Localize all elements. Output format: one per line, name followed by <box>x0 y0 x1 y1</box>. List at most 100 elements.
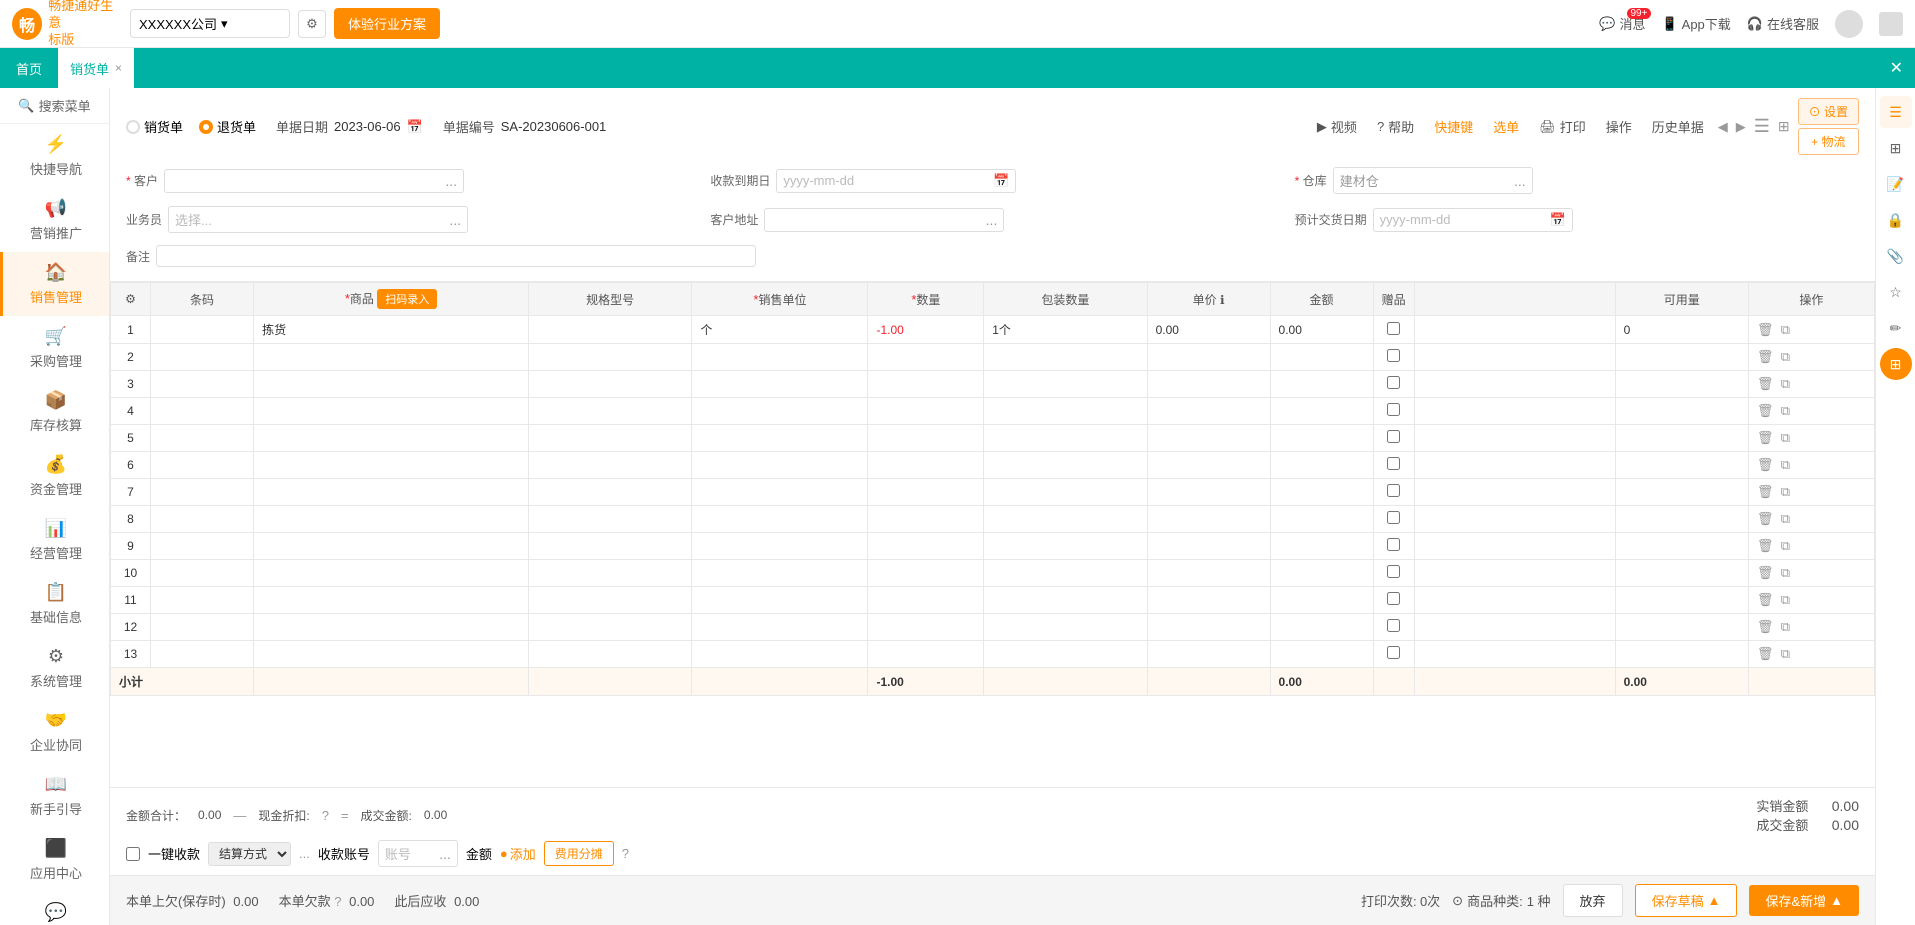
radio-return-order[interactable]: 退货单 <box>199 117 256 136</box>
calendar-icon[interactable]: 📅 <box>407 119 423 135</box>
cell-quantity[interactable] <box>868 587 984 614</box>
delete-icon[interactable]: 🗑 <box>1757 484 1774 499</box>
right-panel-lock[interactable]: 🔒 <box>1880 204 1912 236</box>
cell-product[interactable] <box>254 425 529 452</box>
message-button[interactable]: 💬 消息 99+ <box>1599 14 1645 33</box>
cell-barcode[interactable] <box>151 316 254 344</box>
sidebar-item-marketing[interactable]: 📢 营销推广 <box>0 188 109 252</box>
delete-icon[interactable]: 🗑 <box>1757 592 1774 607</box>
expense-btn[interactable]: 费用分摊 <box>544 841 614 866</box>
cell-price[interactable] <box>1147 452 1270 479</box>
cell-amount[interactable] <box>1270 641 1373 668</box>
cell-barcode[interactable] <box>151 452 254 479</box>
cell-price[interactable] <box>1147 587 1270 614</box>
cell-pack-qty[interactable] <box>984 425 1147 452</box>
copy-icon[interactable]: ⧉ <box>1781 457 1790 472</box>
cell-amount[interactable] <box>1270 479 1373 506</box>
account-input[interactable]: 账号 ... <box>378 840 458 867</box>
cell-pack-qty[interactable]: 1个 <box>984 316 1147 344</box>
cell-quantity[interactable] <box>868 452 984 479</box>
cell-price[interactable] <box>1147 371 1270 398</box>
delete-icon[interactable]: 🗑 <box>1757 619 1774 634</box>
cell-gift[interactable] <box>1373 398 1414 425</box>
help-icon-owed[interactable]: ? <box>334 894 341 909</box>
cell-amount[interactable] <box>1270 614 1373 641</box>
delete-icon[interactable]: 🗑 <box>1757 403 1774 418</box>
add-button[interactable]: ● 添加 <box>500 844 536 863</box>
cell-pack-qty[interactable] <box>984 587 1147 614</box>
cell-product[interactable] <box>254 398 529 425</box>
cell-quantity[interactable] <box>868 560 984 587</box>
delete-icon[interactable]: 🗑 <box>1757 322 1774 337</box>
cell-gift[interactable] <box>1373 560 1414 587</box>
cell-pack-qty[interactable] <box>984 560 1147 587</box>
customer-input[interactable]: ... <box>164 169 464 193</box>
copy-icon[interactable]: ⧉ <box>1781 511 1790 526</box>
trial-button[interactable]: 体验行业方案 <box>334 8 440 39</box>
tab-close-icon[interactable]: × <box>115 61 122 75</box>
sidebar-item-enterprise[interactable]: 🤝 企业协同 <box>0 700 109 764</box>
cell-quantity[interactable] <box>868 506 984 533</box>
sidebar-item-system[interactable]: ⚙ 系统管理 <box>0 636 109 700</box>
cell-amount[interactable] <box>1270 371 1373 398</box>
help-btn[interactable]: ? 帮助 <box>1371 115 1420 138</box>
cell-unit[interactable] <box>692 371 868 398</box>
print-btn[interactable]: 🖨 打印 <box>1533 115 1592 138</box>
radio-sales-order[interactable]: 销货单 <box>126 117 183 136</box>
list-view-icon[interactable]: ☰ <box>1754 116 1770 137</box>
cell-unit[interactable] <box>692 587 868 614</box>
expense-help-icon[interactable]: ? <box>622 846 629 861</box>
shortcut-btn[interactable]: 快捷键 <box>1428 115 1479 138</box>
tab-home[interactable]: 首页 <box>0 48 58 88</box>
operation-btn[interactable]: 操作 <box>1600 115 1638 138</box>
cell-product[interactable] <box>254 344 529 371</box>
search-menu-button[interactable]: 🔍 搜索菜单 <box>0 88 109 124</box>
save-new-button[interactable]: 保存&新增 ▲ <box>1749 885 1859 916</box>
order-no-value[interactable]: SA-20230606-001 <box>501 119 607 134</box>
cell-amount[interactable] <box>1270 425 1373 452</box>
cell-pack-qty[interactable] <box>984 344 1147 371</box>
copy-icon[interactable]: ⧉ <box>1781 484 1790 499</box>
cell-price[interactable] <box>1147 533 1270 560</box>
online-service-button[interactable]: 🎧 在线客服 <box>1747 14 1819 33</box>
copy-icon[interactable]: ⧉ <box>1781 349 1790 364</box>
cell-gift[interactable] <box>1373 587 1414 614</box>
cell-quantity[interactable] <box>868 425 984 452</box>
cell-quantity[interactable] <box>868 371 984 398</box>
cell-barcode[interactable] <box>151 479 254 506</box>
cell-spec[interactable] <box>529 344 692 371</box>
remark-input[interactable] <box>156 245 756 267</box>
cell-pack-qty[interactable] <box>984 641 1147 668</box>
cell-spec[interactable] <box>529 316 692 344</box>
cell-price[interactable] <box>1147 479 1270 506</box>
cell-barcode[interactable] <box>151 344 254 371</box>
cell-product[interactable] <box>254 641 529 668</box>
delete-icon[interactable]: 🗑 <box>1757 511 1774 526</box>
cell-product[interactable] <box>254 560 529 587</box>
cell-barcode[interactable] <box>151 425 254 452</box>
cell-quantity[interactable]: -1.00 <box>868 316 984 344</box>
cell-pack-qty[interactable] <box>984 533 1147 560</box>
cell-gift[interactable] <box>1373 316 1414 344</box>
cell-spec[interactable] <box>529 533 692 560</box>
copy-icon[interactable]: ⧉ <box>1781 592 1790 607</box>
cell-product[interactable] <box>254 533 529 560</box>
cell-unit[interactable] <box>692 479 868 506</box>
cell-quantity[interactable] <box>868 641 984 668</box>
copy-icon[interactable]: ⧉ <box>1781 322 1790 337</box>
date-value[interactable]: 2023-06-06 <box>334 119 401 134</box>
close-window-icon[interactable]: ✕ <box>1890 60 1903 77</box>
sidebar-item-purchase[interactable]: 🛒 采购管理 <box>0 316 109 380</box>
cell-barcode[interactable] <box>151 614 254 641</box>
right-panel-pencil[interactable]: ✏ <box>1880 312 1912 344</box>
discard-button[interactable]: 放弃 <box>1563 884 1623 917</box>
cell-unit[interactable] <box>692 398 868 425</box>
sidebar-item-basic[interactable]: 📋 基础信息 <box>0 572 109 636</box>
cell-barcode[interactable] <box>151 587 254 614</box>
cell-product[interactable] <box>254 614 529 641</box>
cell-amount[interactable] <box>1270 587 1373 614</box>
copy-icon[interactable]: ⧉ <box>1781 538 1790 553</box>
cell-unit[interactable]: 个 <box>692 316 868 344</box>
cell-spec[interactable] <box>529 452 692 479</box>
cell-unit[interactable] <box>692 452 868 479</box>
